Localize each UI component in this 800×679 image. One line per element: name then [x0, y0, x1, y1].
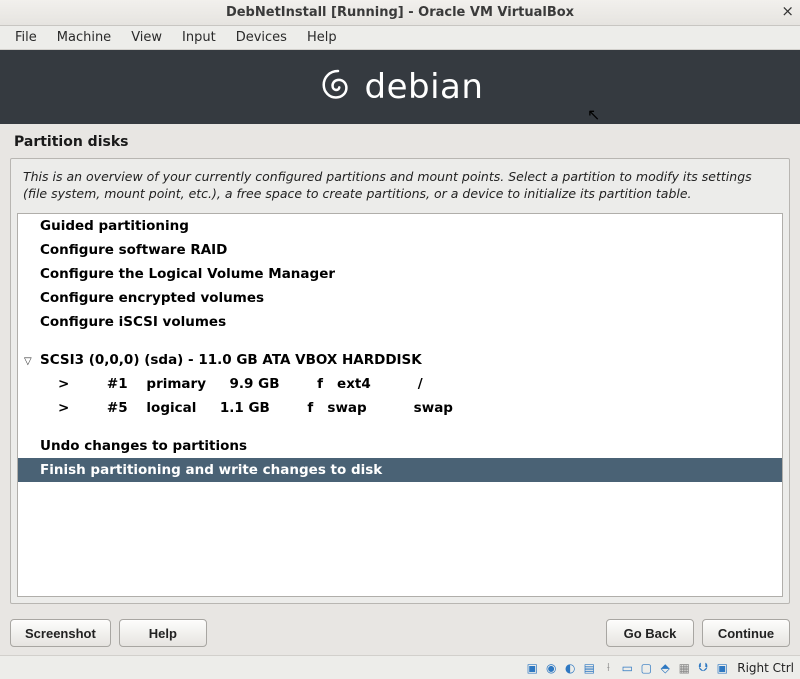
- recording-icon[interactable]: ⬘: [657, 660, 673, 676]
- go-back-button[interactable]: Go Back: [606, 619, 694, 647]
- option-configure-encrypted[interactable]: Configure encrypted volumes: [18, 286, 782, 310]
- vm-statusbar: ▣ ◉ ◐ ▤ ⟊ ▭ ▢ ⬘ ▦ ⮋ ▣ Right Ctrl: [0, 655, 800, 679]
- option-finish-partitioning[interactable]: Finish partitioning and write changes to…: [18, 458, 782, 482]
- main-panel: This is an overview of your currently co…: [10, 158, 790, 604]
- debian-swirl-icon: [317, 66, 359, 108]
- page-heading: Partition disks: [0, 124, 800, 158]
- host-key-label: Right Ctrl: [737, 661, 794, 675]
- debian-brand-text: debian: [365, 67, 484, 107]
- optical-disk-icon[interactable]: ◉: [543, 660, 559, 676]
- menu-view[interactable]: View: [122, 28, 171, 47]
- network-icon[interactable]: ▤: [581, 660, 597, 676]
- debian-banner: debian: [0, 50, 800, 124]
- partition-1[interactable]: > #1 primary 9.9 GB f ext4 /: [18, 372, 782, 396]
- shared-folders-icon[interactable]: ▭: [619, 660, 635, 676]
- menu-devices[interactable]: Devices: [227, 28, 296, 47]
- option-configure-raid[interactable]: Configure software RAID: [18, 238, 782, 262]
- intro-text: This is an overview of your currently co…: [11, 159, 789, 213]
- help-button[interactable]: Help: [119, 619, 207, 647]
- audio-icon[interactable]: ◐: [562, 660, 578, 676]
- partition-5[interactable]: > #5 logical 1.1 GB f swap swap: [18, 396, 782, 420]
- option-guided-partitioning[interactable]: Guided partitioning: [18, 214, 782, 238]
- cpu-icon[interactable]: ▦: [676, 660, 692, 676]
- menu-help[interactable]: Help: [298, 28, 346, 47]
- partition-listbox[interactable]: Guided partitioning Configure software R…: [17, 213, 783, 597]
- keyboard-capture-icon[interactable]: ▣: [714, 660, 730, 676]
- menu-machine[interactable]: Machine: [48, 28, 120, 47]
- screenshot-button[interactable]: Screenshot: [10, 619, 111, 647]
- window-title: DebNetInstall [Running] - Oracle VM Virt…: [226, 5, 574, 20]
- window-titlebar: DebNetInstall [Running] - Oracle VM Virt…: [0, 0, 800, 26]
- option-configure-iscsi[interactable]: Configure iSCSI volumes: [18, 310, 782, 334]
- list-spacer: [18, 334, 782, 348]
- option-undo-changes[interactable]: Undo changes to partitions: [18, 434, 782, 458]
- continue-button[interactable]: Continue: [702, 619, 790, 647]
- mouse-integration-icon[interactable]: ⮋: [695, 660, 711, 676]
- display-icon[interactable]: ▢: [638, 660, 654, 676]
- list-spacer: [18, 420, 782, 434]
- menubar: File Machine View Input Devices Help: [0, 26, 800, 50]
- hard-disk-icon[interactable]: ▣: [524, 660, 540, 676]
- device-sda[interactable]: SCSI3 (0,0,0) (sda) - 11.0 GB ATA VBOX H…: [18, 348, 782, 372]
- option-configure-lvm[interactable]: Configure the Logical Volume Manager: [18, 262, 782, 286]
- footer-buttons: Screenshot Help Go Back Continue: [0, 613, 800, 653]
- close-icon[interactable]: ×: [781, 4, 794, 19]
- usb-icon[interactable]: ⟊: [600, 660, 616, 676]
- menu-file[interactable]: File: [6, 28, 46, 47]
- menu-input[interactable]: Input: [173, 28, 225, 47]
